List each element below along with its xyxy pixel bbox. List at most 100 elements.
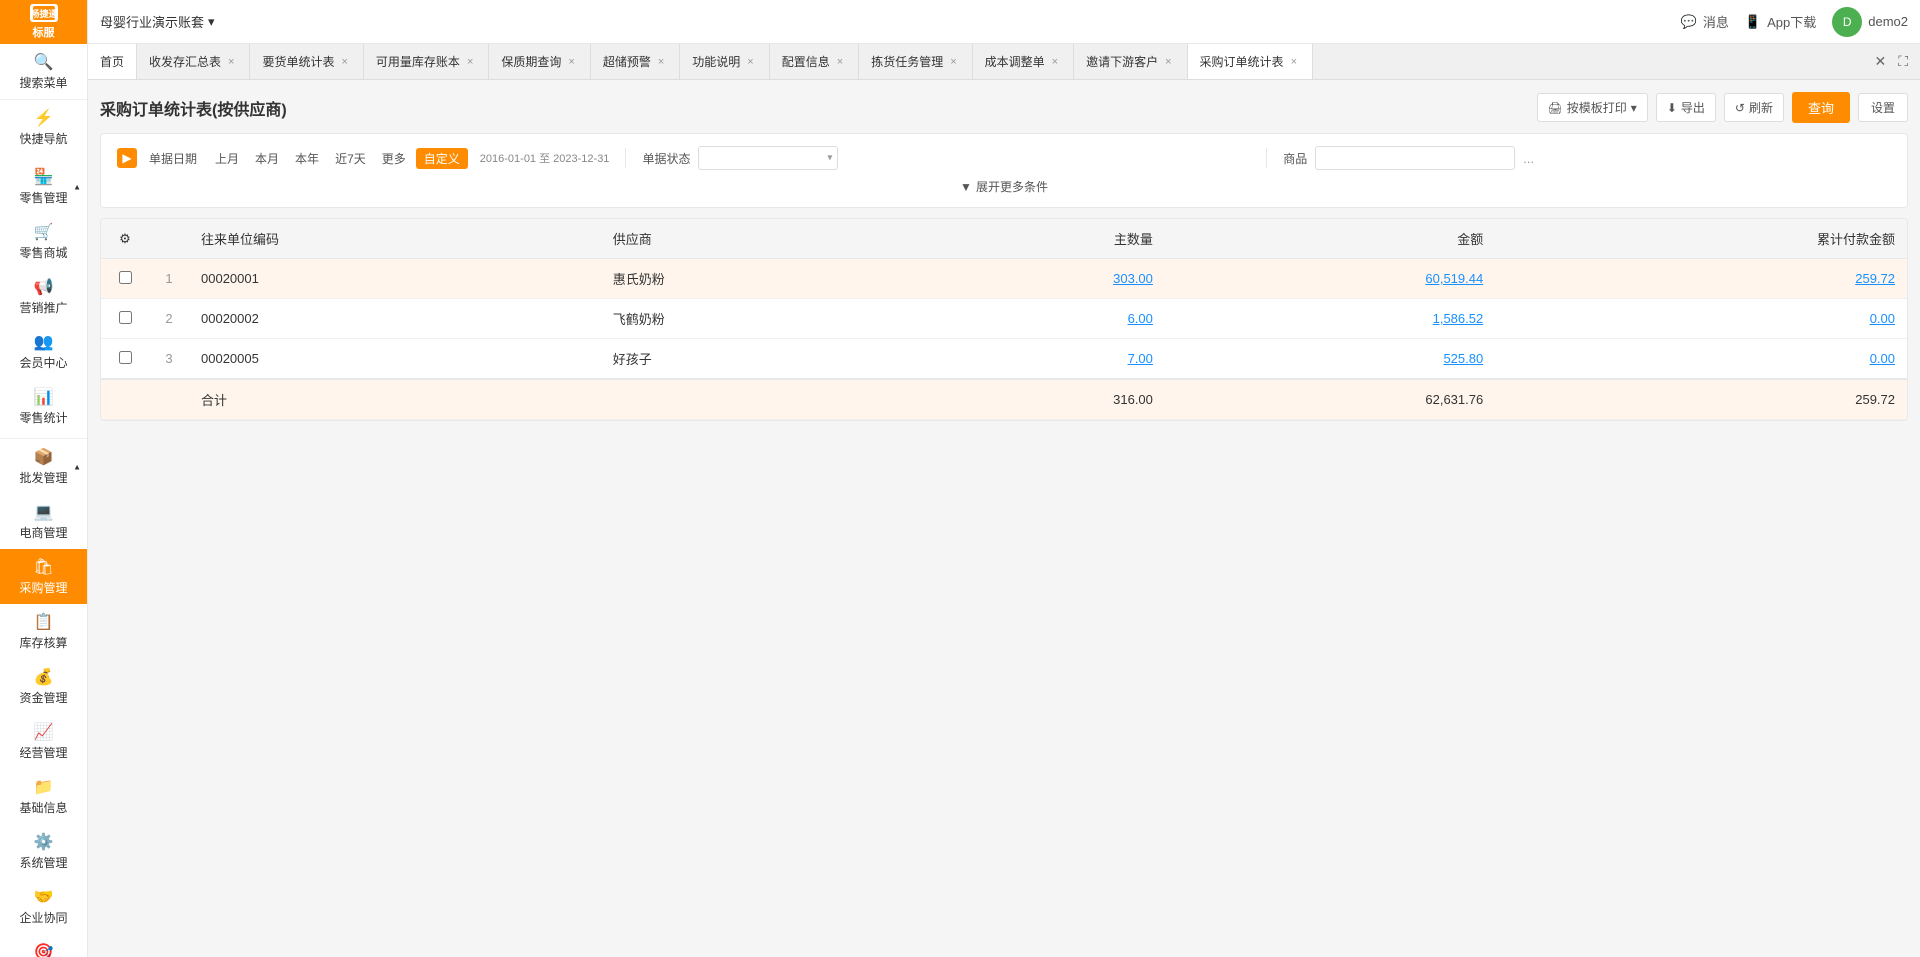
template-print-button[interactable]: 🖨 按模板打印 ▾ xyxy=(1537,93,1648,122)
user-avatar: D xyxy=(1832,7,1862,37)
tab-keyongliang[interactable]: 可用量库存账本 × xyxy=(364,44,489,80)
tab-tuohuorenwu-close[interactable]: × xyxy=(947,55,959,69)
filter-area: ▶ 单据日期 上月 本月 本年 近7天 更多 自定义 2016-01-01 至 … xyxy=(100,133,1908,208)
tab-caigoudingtantongji[interactable]: 采购订单统计表 × xyxy=(1188,44,1313,80)
app-download-btn[interactable]: 📱 App下载 xyxy=(1745,12,1816,31)
expand-row: ▼ 展开更多条件 xyxy=(117,178,1891,195)
amount-link[interactable]: 525.80 xyxy=(1443,351,1483,366)
tab-yaoqing-close[interactable]: × xyxy=(1162,55,1174,69)
refresh-button[interactable]: ↺ 刷新 xyxy=(1724,93,1784,122)
tab-yaohuodantongji[interactable]: 要货单统计表 × xyxy=(250,44,363,80)
user-menu[interactable]: D demo2 xyxy=(1832,7,1908,37)
sidebar-item-marketing[interactable]: 📢 营销推广 xyxy=(0,269,87,324)
goods-input[interactable] xyxy=(1315,146,1515,170)
sidebar-item-label-basic: 基础信息 xyxy=(19,799,67,816)
paid-link[interactable]: 259.72 xyxy=(1855,271,1895,286)
tab-chaochuyu[interactable]: 超储预警 × xyxy=(591,44,680,80)
date-btn-this-year[interactable]: 本年 xyxy=(289,148,325,169)
date-btn-custom[interactable]: 自定义 xyxy=(416,148,468,169)
sidebar-item-finance[interactable]: 💰 资金管理 xyxy=(0,659,87,714)
tab-gongnengshuo[interactable]: 功能说明 × xyxy=(680,44,769,80)
tab-caigoudingtantongji-close[interactable]: × xyxy=(1288,55,1300,69)
cell-paid: 0.00 xyxy=(1495,339,1907,380)
sidebar-item-enterprise[interactable]: 🤝 企业协同 xyxy=(0,879,87,934)
footer-empty-3 xyxy=(601,379,908,420)
sidebar-item-newguide[interactable]: 🎯 新手引导 xyxy=(0,934,87,957)
table-row[interactable]: 1 00020001 惠氏奶粉 303.00 60,519.44 259.72 xyxy=(101,259,1907,299)
sidebar-item-label-inventory: 库存核算 xyxy=(19,634,67,651)
amount-link[interactable]: 1,586.52 xyxy=(1433,311,1484,326)
tab-fullscreen-btn[interactable]: ⛶ xyxy=(1894,51,1912,72)
paid-link[interactable]: 0.00 xyxy=(1870,351,1895,366)
sidebar-item-quicknav[interactable]: ⚡ 快捷导航 xyxy=(0,100,87,155)
tab-shoufahuizong-close[interactable]: × xyxy=(225,55,237,69)
sidebar-item-search[interactable]: 🔍 搜索菜单 xyxy=(0,44,87,100)
tab-chaochuyu-close[interactable]: × xyxy=(655,55,667,69)
qty-link[interactable]: 6.00 xyxy=(1128,311,1153,326)
table-row[interactable]: 2 00020002 飞鹤奶粉 6.00 1,586.52 0.00 xyxy=(101,299,1907,339)
paid-link[interactable]: 0.00 xyxy=(1870,311,1895,326)
message-btn[interactable]: 💬 消息 xyxy=(1681,12,1729,31)
cell-amount: 60,519.44 xyxy=(1165,259,1495,299)
th-settings[interactable]: ⚙ xyxy=(101,219,149,259)
export-button[interactable]: ⬇ 导出 xyxy=(1656,93,1716,122)
qty-link[interactable]: 303.00 xyxy=(1113,271,1153,286)
sidebar-item-retailmall[interactable]: 🛒 零售商城 xyxy=(0,214,87,269)
finance-icon: 💰 xyxy=(34,667,54,687)
cell-checkbox[interactable] xyxy=(101,339,149,380)
tab-baoshanqi[interactable]: 保质期查询 × xyxy=(489,44,590,80)
settings-button[interactable]: 设置 xyxy=(1858,93,1908,122)
sidebar-item-member[interactable]: 👥 会员中心 xyxy=(0,324,87,379)
row-checkbox[interactable] xyxy=(119,351,132,364)
sidebar-item-basic[interactable]: 📁 基础信息 xyxy=(0,769,87,824)
tab-chenbentiaozhen[interactable]: 成本调整单 × xyxy=(973,44,1074,80)
sidebar-item-label-wholesale: 批发管理 xyxy=(19,469,67,486)
qty-link[interactable]: 7.00 xyxy=(1128,351,1153,366)
expand-button[interactable]: ▼ 展开更多条件 xyxy=(960,178,1048,195)
sidebar-item-system[interactable]: ⚙️ 系统管理 xyxy=(0,824,87,879)
query-button[interactable]: 查询 xyxy=(1792,92,1850,123)
row-checkbox[interactable] xyxy=(119,311,132,324)
tab-baoshanqi-close[interactable]: × xyxy=(565,55,577,69)
tab-tuohuorenwu[interactable]: 拣货任务管理 × xyxy=(859,44,972,80)
sidebar-item-ecommerce[interactable]: 💻 电商管理 xyxy=(0,494,87,549)
date-btn-more[interactable]: 更多 xyxy=(376,148,412,169)
tab-keyongliang-close[interactable]: × xyxy=(464,55,476,69)
sidebar-item-retailstat[interactable]: 📊 零售统计 xyxy=(0,379,87,434)
filter-toggle-button[interactable]: ▶ xyxy=(117,148,137,168)
date-btn-last-month[interactable]: 上月 xyxy=(209,148,245,169)
sidebar-item-retail[interactable]: 🏪 零售管理 xyxy=(0,159,87,214)
sidebar-item-purchase[interactable]: 🛍 采购管理 xyxy=(0,549,87,604)
sidebar-item-label-enterprise: 企业协同 xyxy=(19,909,67,926)
cell-checkbox[interactable] xyxy=(101,259,149,299)
tab-shoufahuizong[interactable]: 收发存汇总表 × xyxy=(137,44,250,80)
tab-chenbentiaozhen-close[interactable]: × xyxy=(1049,55,1061,69)
cell-amount: 525.80 xyxy=(1165,339,1495,380)
sidebar-item-label-purchase: 采购管理 xyxy=(19,579,67,596)
goods-more-icon[interactable]: ... xyxy=(1523,151,1534,166)
account-dropdown[interactable]: 母婴行业演示账套 ▾ xyxy=(100,12,215,31)
tab-yaoqing[interactable]: 邀请下游客户 × xyxy=(1074,44,1187,80)
tab-gongnengshuo-close[interactable]: × xyxy=(744,55,756,69)
sidebar-item-label-quicknav: 快捷导航 xyxy=(19,130,67,147)
tab-baoshanqi-label: 保质期查询 xyxy=(501,53,561,70)
cell-checkbox[interactable] xyxy=(101,299,149,339)
row-checkbox[interactable] xyxy=(119,271,132,284)
tab-home[interactable]: 首页 xyxy=(88,44,137,80)
table-row[interactable]: 3 00020005 好孩子 7.00 525.80 0.00 xyxy=(101,339,1907,380)
th-supplier: 供应商 xyxy=(601,219,908,259)
sidebar-item-wholesale[interactable]: 📦 批发管理 xyxy=(0,439,87,494)
retailstat-icon: 📊 xyxy=(34,387,54,407)
date-btn-this-month[interactable]: 本月 xyxy=(249,148,285,169)
tab-close-all-btn[interactable]: ✕ xyxy=(1870,51,1890,72)
inventory-icon: 📋 xyxy=(34,612,54,632)
sidebar-item-inventory[interactable]: 📋 库存核算 xyxy=(0,604,87,659)
sidebar-item-operations[interactable]: 📈 经营管理 xyxy=(0,714,87,769)
amount-link[interactable]: 60,519.44 xyxy=(1425,271,1483,286)
status-select[interactable] xyxy=(698,146,838,170)
tab-peizhixinxi[interactable]: 配置信息 × xyxy=(770,44,859,80)
tab-peizhixinxi-close[interactable]: × xyxy=(834,55,846,69)
tab-yaohuodantongji-close[interactable]: × xyxy=(338,55,350,69)
newguide-icon: 🎯 xyxy=(34,942,54,957)
date-btn-7days[interactable]: 近7天 xyxy=(329,148,372,169)
